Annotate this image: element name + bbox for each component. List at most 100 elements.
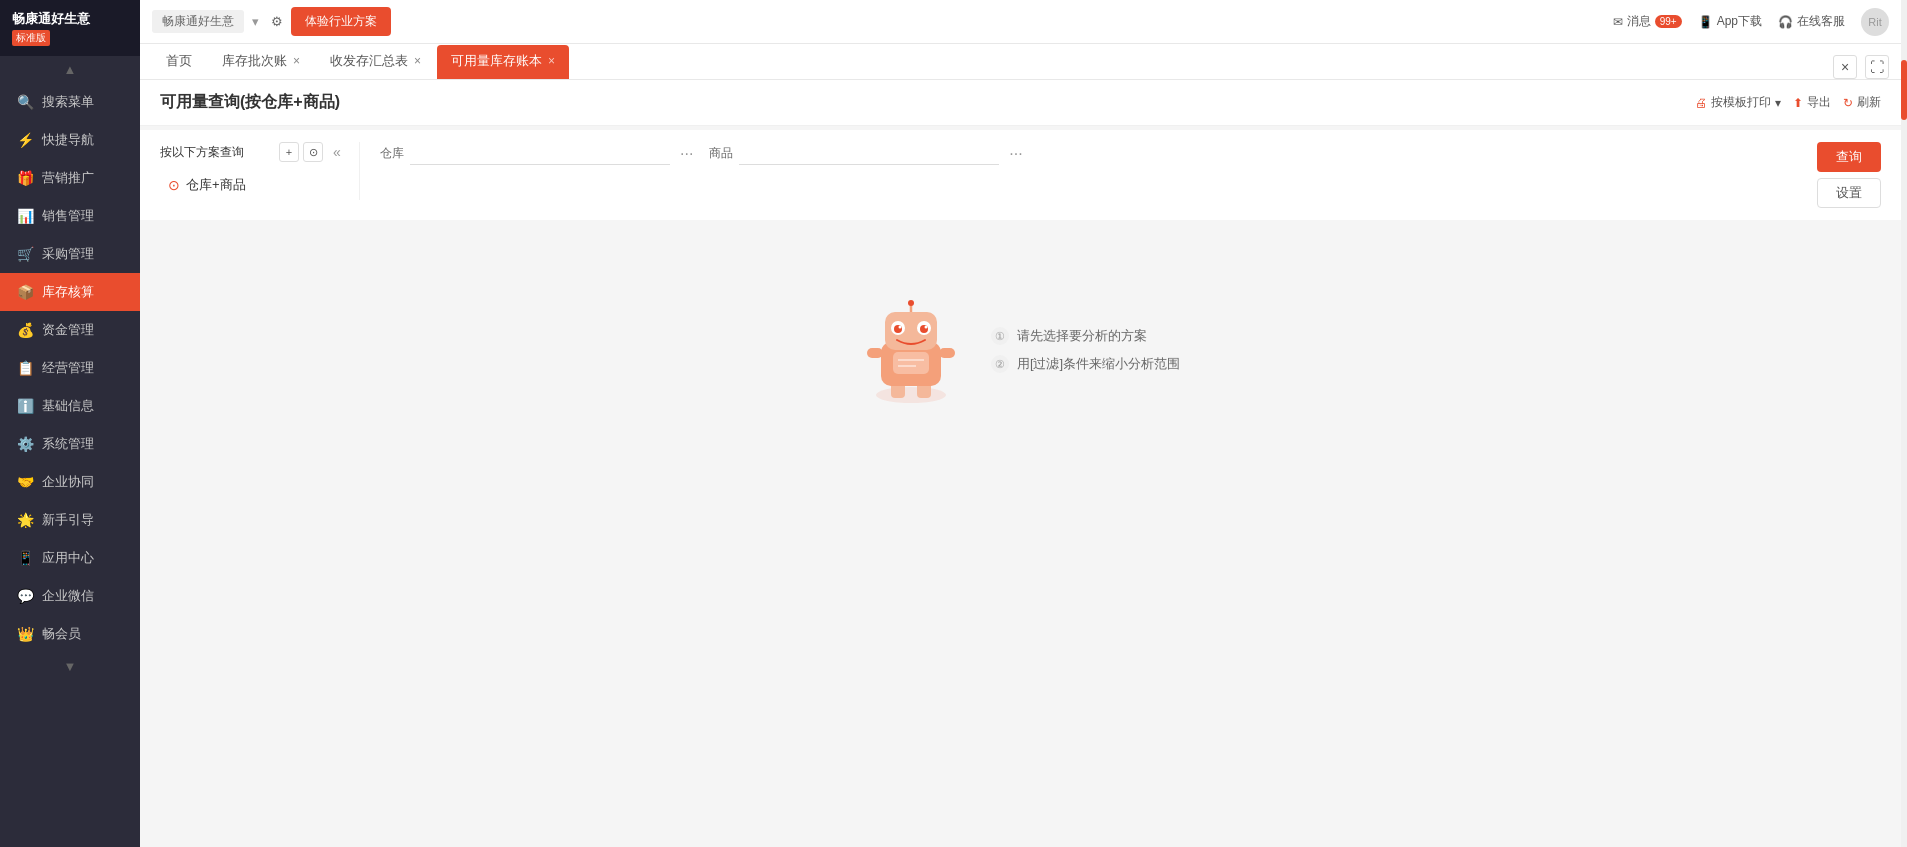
sidebar-item-label: 基础信息 <box>42 397 94 415</box>
sidebar-item-member[interactable]: 👑 畅会员 <box>0 615 140 653</box>
tab-available-ledger[interactable]: 可用量库存账本 × <box>437 45 569 79</box>
tab-receipt-summary[interactable]: 收发存汇总表 × <box>316 45 435 79</box>
right-scrollbar[interactable] <box>1901 0 1907 847</box>
sidebar-item-label: 搜索菜单 <box>42 93 94 111</box>
page-header: 可用量查询(按仓库+商品) 🖨 按模板打印 ▾ ⬆ 导出 ↻ 刷新 <box>140 80 1901 126</box>
filter-field-goods: 商品 ··· <box>709 142 1026 165</box>
scheme-item-warehouse-goods[interactable]: ⊙ 仓库+商品 <box>160 170 347 200</box>
warehouse-input[interactable] <box>410 142 670 165</box>
sidebar-item-system[interactable]: ⚙️ 系统管理 <box>0 425 140 463</box>
topbar: 畅康通好生意 ▾ ⚙ 体验行业方案 ✉ 消息 99+ 📱 App下载 🎧 在线客… <box>140 0 1901 44</box>
sidebar-scroll-up[interactable]: ▲ <box>0 56 140 83</box>
filter-settings-button[interactable]: 设置 <box>1817 178 1881 208</box>
hint-2-num: ② <box>991 355 1009 373</box>
sidebar: 畅康通好生意 标准版 ▲ 🔍 搜索菜单 ⚡ 快捷导航 🎁 营销推广 📊 销售管理… <box>0 0 140 847</box>
settings-scheme-button[interactable]: ⊙ <box>303 142 323 162</box>
sidebar-item-label: 资金管理 <box>42 321 94 339</box>
app-download-button[interactable]: 📱 App下载 <box>1698 13 1762 30</box>
message-badge: 99+ <box>1655 15 1682 28</box>
sidebar-scroll-down[interactable]: ▼ <box>0 653 140 680</box>
newbie-icon: 🌟 <box>16 512 34 528</box>
export-icon: ⬆ <box>1793 96 1803 110</box>
collapse-icon: « <box>333 144 341 160</box>
window-close-button[interactable]: × <box>1833 55 1857 79</box>
sidebar-item-label: 库存核算 <box>42 283 94 301</box>
goods-label: 商品 <box>709 145 733 162</box>
member-icon: 👑 <box>16 626 34 642</box>
message-label: 消息 <box>1627 13 1651 30</box>
marketing-icon: 🎁 <box>16 170 34 186</box>
trial-button[interactable]: 体验行业方案 <box>291 7 391 36</box>
breadcrumb-dropdown[interactable]: ▾ <box>248 10 263 33</box>
enterprise-icon: 🤝 <box>16 474 34 490</box>
print-dropdown-icon[interactable]: ▾ <box>1775 96 1781 110</box>
tab-home[interactable]: 首页 <box>152 45 206 79</box>
finance-icon: 💰 <box>16 322 34 338</box>
query-button[interactable]: 查询 <box>1817 142 1881 172</box>
tab-available-ledger-close[interactable]: × <box>548 54 555 68</box>
page-content: 可用量查询(按仓库+商品) 🖨 按模板打印 ▾ ⬆ 导出 ↻ 刷新 <box>140 80 1901 847</box>
search-icon: 🔍 <box>16 94 34 110</box>
add-icon: + <box>286 146 292 158</box>
page-header-actions: 🖨 按模板打印 ▾ ⬆ 导出 ↻ 刷新 <box>1695 94 1881 111</box>
empty-hint-2: ② 用[过滤]条件来缩小分析范围 <box>991 355 1180 373</box>
sidebar-item-finance[interactable]: 💰 资金管理 <box>0 311 140 349</box>
scrollbar-thumb[interactable] <box>1901 60 1907 120</box>
tab-batch-ledger[interactable]: 库存批次账 × <box>208 45 314 79</box>
export-button[interactable]: ⬆ 导出 <box>1793 94 1831 111</box>
goods-dots-button[interactable]: ··· <box>1005 145 1026 163</box>
sidebar-item-purchase[interactable]: 🛒 采购管理 <box>0 235 140 273</box>
refresh-button[interactable]: ↻ 刷新 <box>1843 94 1881 111</box>
empty-state: ① 请先选择要分析的方案 ② 用[过滤]条件来缩小分析范围 <box>140 220 1901 480</box>
tab-batch-ledger-label: 库存批次账 <box>222 52 287 70</box>
tab-receipt-summary-close[interactable]: × <box>414 54 421 68</box>
warehouse-label: 仓库 <box>380 145 404 162</box>
tab-available-ledger-label: 可用量库存账本 <box>451 52 542 70</box>
topbar-gear-icon[interactable]: ⚙ <box>267 10 287 33</box>
filter-scheme-header: 按以下方案查询 + ⊙ « <box>160 142 347 162</box>
sidebar-item-shortcut[interactable]: ⚡ 快捷导航 <box>0 121 140 159</box>
sidebar-item-apps[interactable]: 📱 应用中心 <box>0 539 140 577</box>
sidebar-item-enterprise[interactable]: 🤝 企业协同 <box>0 463 140 501</box>
filter-field-warehouse: 仓库 ··· <box>380 142 697 165</box>
goods-input[interactable] <box>739 142 999 165</box>
logo-badge: 标准版 <box>12 30 50 46</box>
sidebar-item-label: 系统管理 <box>42 435 94 453</box>
sidebar-item-label: 企业微信 <box>42 587 94 605</box>
sidebar-item-inventory[interactable]: 📦 库存核算 <box>0 273 140 311</box>
sidebar-item-basic[interactable]: ℹ️ 基础信息 <box>0 387 140 425</box>
sidebar-item-label: 销售管理 <box>42 207 94 225</box>
svg-point-10 <box>924 326 927 329</box>
app-download-label: App下载 <box>1717 13 1762 30</box>
customer-service-button[interactable]: 🎧 在线客服 <box>1778 13 1845 30</box>
warehouse-dots-button[interactable]: ··· <box>676 145 697 163</box>
sidebar-item-sales[interactable]: 📊 销售管理 <box>0 197 140 235</box>
sidebar-item-operation[interactable]: 📋 经营管理 <box>0 349 140 387</box>
page-title: 可用量查询(按仓库+商品) <box>160 92 340 113</box>
user-avatar[interactable]: Rit <box>1861 8 1889 36</box>
tab-batch-ledger-close[interactable]: × <box>293 54 300 68</box>
sidebar-item-newbie[interactable]: 🌟 新手引导 <box>0 501 140 539</box>
sidebar-item-label: 新手引导 <box>42 511 94 529</box>
sidebar-item-label: 快捷导航 <box>42 131 94 149</box>
filter-fields: 仓库 ··· 商品 ··· <box>360 142 1805 165</box>
scheme-item-icon: ⊙ <box>168 177 180 193</box>
sidebar-logo: 畅康通好生意 标准版 <box>0 0 140 56</box>
scheme-label: 按以下方案查询 <box>160 144 244 161</box>
scheme-item-label: 仓库+商品 <box>186 176 246 194</box>
print-button[interactable]: 🖨 按模板打印 ▾ <box>1695 94 1781 111</box>
sidebar-item-marketing[interactable]: 🎁 营销推广 <box>0 159 140 197</box>
window-expand-button[interactable]: ⛶ <box>1865 55 1889 79</box>
sidebar-item-search[interactable]: 🔍 搜索菜单 <box>0 83 140 121</box>
export-label: 导出 <box>1807 94 1831 111</box>
window-expand-icon: ⛶ <box>1870 59 1884 75</box>
operation-icon: 📋 <box>16 360 34 376</box>
wechat-icon: 💬 <box>16 588 34 604</box>
collapse-scheme-button[interactable]: « <box>327 142 347 162</box>
print-icon: 🖨 <box>1695 96 1707 110</box>
basic-icon: ℹ️ <box>16 398 34 414</box>
sidebar-item-label: 采购管理 <box>42 245 94 263</box>
message-button[interactable]: ✉ 消息 99+ <box>1613 13 1682 30</box>
sidebar-item-wechat[interactable]: 💬 企业微信 <box>0 577 140 615</box>
add-scheme-button[interactable]: + <box>279 142 299 162</box>
